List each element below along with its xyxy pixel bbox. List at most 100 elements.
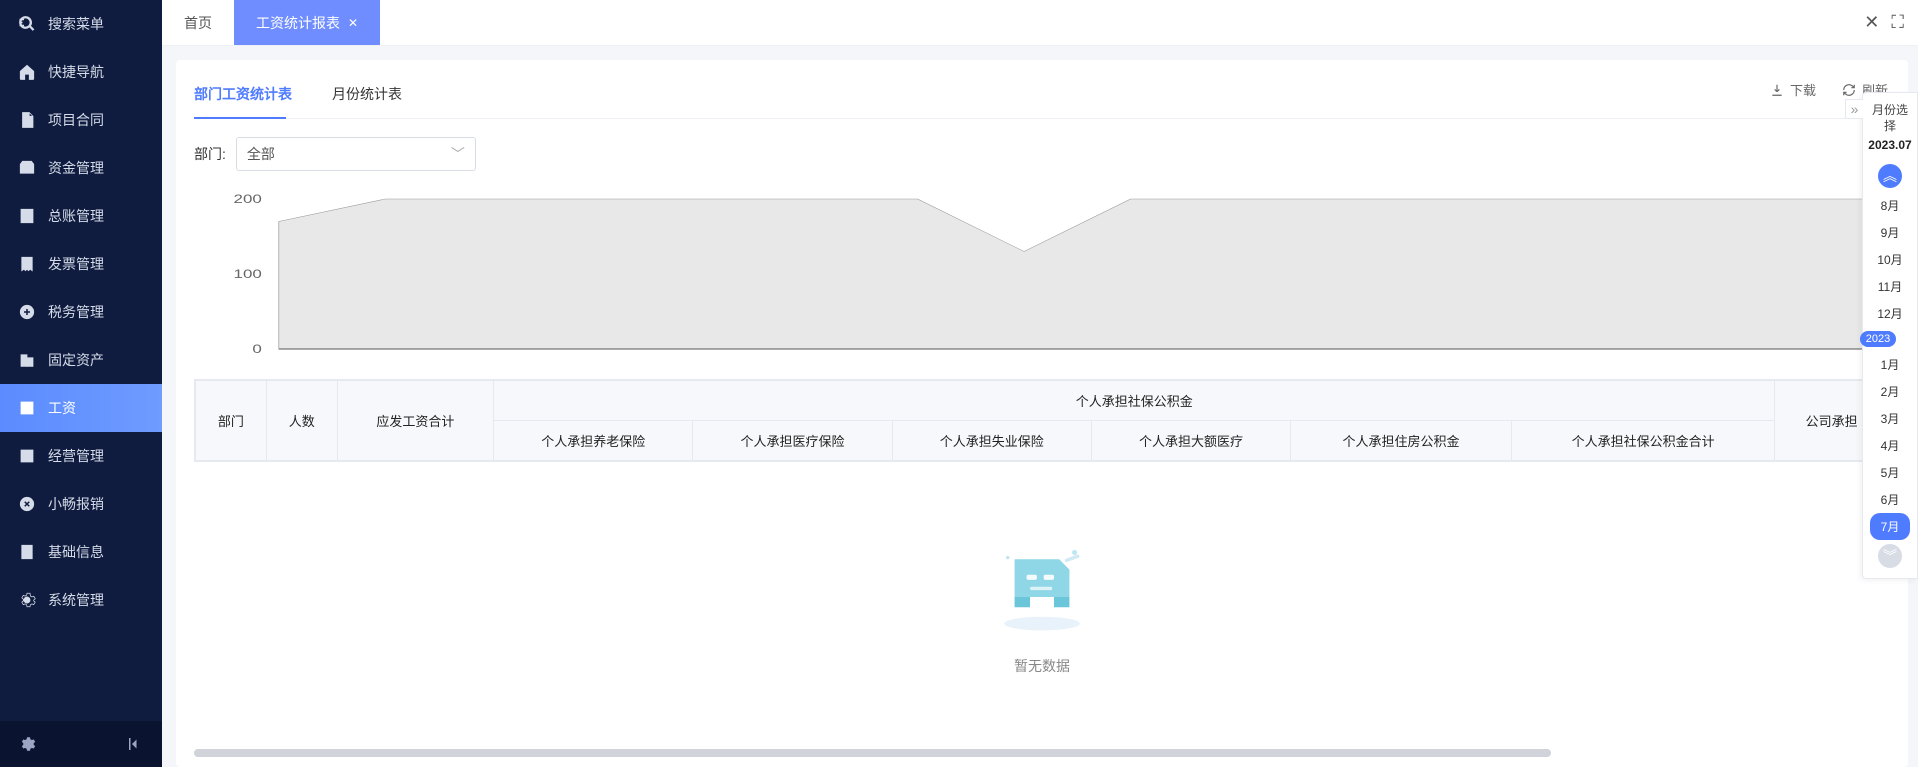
filter-row: 部门: 全部 ﹀ (194, 137, 1890, 171)
month-option[interactable]: 1月 (1870, 351, 1910, 378)
fullscreen-button[interactable]: ⛶ (1891, 12, 1904, 33)
sidebar-item-1[interactable]: 快捷导航 (0, 48, 162, 96)
sidebar-item-label: 搜索菜单 (48, 14, 104, 34)
month-option[interactable]: 8月 (1870, 192, 1910, 219)
report-subtabs: 部门工资统计表 月份统计表 (194, 76, 1890, 119)
month-option[interactable]: 6月 (1870, 486, 1910, 513)
salary-table: 部门 人数 应发工资合计 个人承担社保公积金 公司承担 个人承担养老保险 个人承… (194, 379, 1890, 462)
tab-label: 首页 (184, 13, 212, 33)
info-icon (18, 543, 36, 561)
main: 首页工资统计报表✕ ✕ ⛶ 部门工资统计表 月份统计表 下载 刷新 (162, 0, 1918, 767)
page-tab-1[interactable]: 工资统计报表 ✕ (234, 0, 380, 45)
sidebar-item-10[interactable]: 小畅报销 (0, 480, 162, 528)
sidebar-item-label: 快捷导航 (48, 62, 104, 82)
col-dept: 部门 (196, 381, 267, 461)
month-scroll-up[interactable]: ︽ (1878, 164, 1902, 188)
collapse-sidebar-icon[interactable] (126, 735, 144, 753)
month-option[interactable]: 12月 (1870, 300, 1910, 327)
month-picker-title: 月份选择 (1867, 103, 1913, 134)
reimb-icon (18, 495, 36, 513)
dept-filter-label: 部门: (194, 144, 226, 164)
col-count: 人数 (266, 381, 337, 461)
svg-text:100: 100 (234, 268, 262, 281)
month-picker-current: 2023.07 (1868, 138, 1911, 154)
subtab-label: 月份统计表 (332, 86, 402, 102)
sidebar-item-6[interactable]: 税务管理 (0, 288, 162, 336)
sidebar-item-3[interactable]: 资金管理 (0, 144, 162, 192)
ledger-icon (18, 207, 36, 225)
horizontal-scrollbar[interactable] (194, 747, 1890, 759)
download-button[interactable]: 下载 (1770, 80, 1816, 99)
tab-label: 工资统计报表 (256, 13, 340, 33)
col-medical: 个人承担医疗保险 (693, 421, 892, 461)
month-option[interactable]: 2月 (1870, 378, 1910, 405)
gear-icon (18, 591, 36, 609)
month-option[interactable]: 5月 (1870, 459, 1910, 486)
page-tabs: 首页 工资统计报表 ✕ ✕ ⛶ (162, 0, 1918, 46)
subtab-month-stat[interactable]: 月份统计表 (332, 76, 402, 118)
year-badge: 2023 (1860, 331, 1896, 347)
salary-icon (18, 399, 36, 417)
sidebar-item-4[interactable]: 总账管理 (0, 192, 162, 240)
invoice-icon (18, 255, 36, 273)
dept-select-value: 全部 (247, 144, 275, 164)
sidebar-item-label: 基础信息 (48, 542, 104, 562)
page-tab-0[interactable]: 首页 (162, 0, 234, 45)
tax-icon (18, 303, 36, 321)
biz-icon (18, 447, 36, 465)
dept-select[interactable]: 全部 ﹀ (236, 137, 476, 171)
sidebar-item-label: 税务管理 (48, 302, 104, 322)
sidebar-item-label: 经营管理 (48, 446, 104, 466)
sidebar-item-label: 资金管理 (48, 158, 104, 178)
chevron-down-icon: ﹀ (451, 144, 465, 164)
download-icon (1770, 83, 1784, 97)
month-picker-collapse[interactable]: » (1845, 99, 1863, 119)
svg-text:200: 200 (234, 193, 262, 206)
sidebar-item-label: 发票管理 (48, 254, 104, 274)
close-tab-button[interactable]: ✕ (1864, 12, 1879, 33)
sidebar-item-2[interactable]: 项目合同 (0, 96, 162, 144)
sidebar-item-12[interactable]: 系统管理 (0, 576, 162, 624)
sidebar-item-label: 项目合同 (48, 110, 104, 130)
salary-chart: 0100200 (194, 189, 1890, 369)
sidebar-item-5[interactable]: 发票管理 (0, 240, 162, 288)
home-icon (18, 63, 36, 81)
sidebar-item-9[interactable]: 经营管理 (0, 432, 162, 480)
doc-icon (18, 111, 36, 129)
col-subtotal: 个人承担社保公积金合计 (1511, 421, 1774, 461)
sidebar-item-8[interactable]: 工资 (0, 384, 162, 432)
sidebar-item-label: 系统管理 (48, 590, 104, 610)
sidebar-item-0[interactable]: 搜索菜单 (0, 0, 162, 48)
month-option[interactable]: 11月 (1870, 273, 1910, 300)
search-icon (18, 15, 36, 33)
sidebar-item-label: 小畅报销 (48, 494, 104, 514)
month-option[interactable]: 7月 (1870, 513, 1910, 540)
sidebar-item-11[interactable]: 基础信息 (0, 528, 162, 576)
month-scroll-down[interactable]: ︾ (1878, 544, 1902, 568)
report-panel: 部门工资统计表 月份统计表 下载 刷新 部门: 全部 ﹀ (176, 60, 1908, 767)
col-unemploy: 个人承担失业保险 (892, 421, 1091, 461)
building-icon (18, 351, 36, 369)
month-option[interactable]: 4月 (1870, 432, 1910, 459)
month-option[interactable]: 9月 (1870, 219, 1910, 246)
sidebar-item-label: 工资 (48, 398, 76, 418)
subtab-dept-stat[interactable]: 部门工资统计表 (194, 76, 292, 118)
subtab-label: 部门工资统计表 (194, 86, 292, 102)
col-majormed: 个人承担大额医疗 (1091, 421, 1290, 461)
empty-state: 暂无数据 (194, 462, 1890, 743)
empty-text: 暂无数据 (1014, 656, 1070, 676)
sidebar-item-label: 总账管理 (48, 206, 104, 226)
month-option[interactable]: 3月 (1870, 405, 1910, 432)
refresh-icon (1842, 83, 1856, 97)
col-pension: 个人承担养老保险 (494, 421, 693, 461)
settings-icon[interactable] (18, 735, 36, 753)
month-option[interactable]: 10月 (1870, 246, 1910, 273)
wallet-icon (18, 159, 36, 177)
sidebar-item-label: 固定资产 (48, 350, 104, 370)
col-group-personal: 个人承担社保公积金 (494, 381, 1775, 421)
sidebar-footer (0, 721, 162, 767)
download-label: 下载 (1790, 80, 1816, 99)
sidebar-item-7[interactable]: 固定资产 (0, 336, 162, 384)
col-gross: 应发工资合计 (337, 381, 493, 461)
tab-close-icon[interactable]: ✕ (348, 16, 358, 30)
